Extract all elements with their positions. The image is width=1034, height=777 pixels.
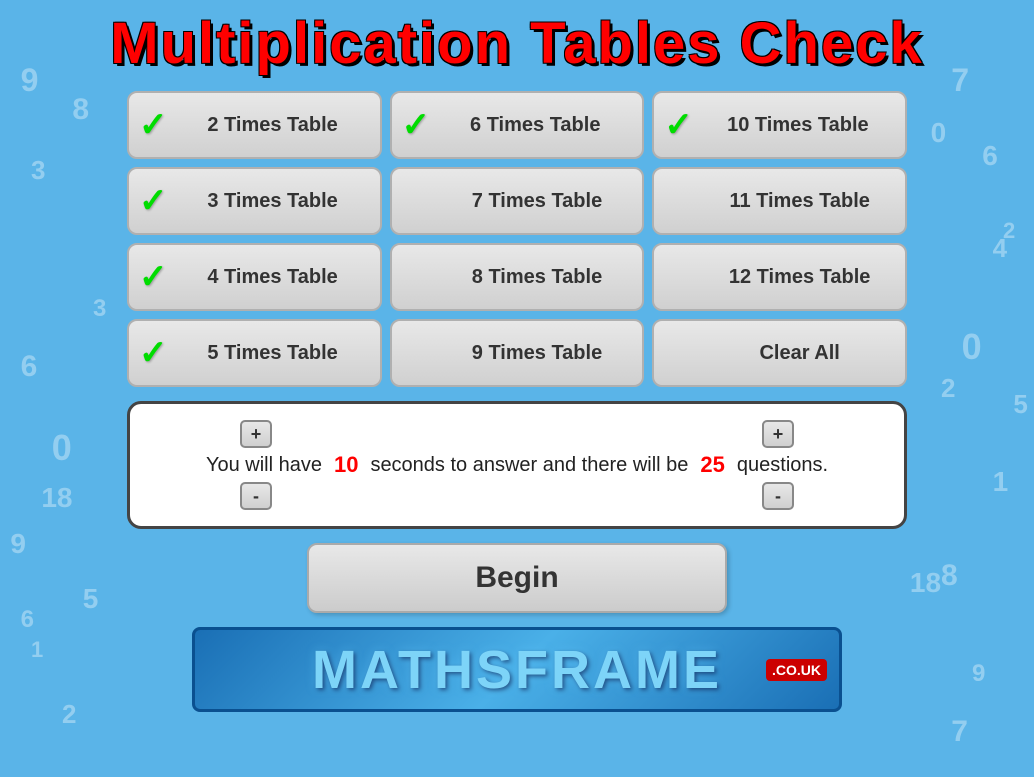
table-btn-label-2: 2 Times Table — [176, 114, 370, 137]
table-btn-label-6: 6 Times Table — [438, 114, 632, 137]
table-btn-label-9: 9 Times Table — [442, 342, 633, 365]
settings-text-row: You will have 10 seconds to answer and t… — [206, 452, 828, 478]
tables-grid: ✓ 2 Times Table ✓ 6 Times Table ✓ 10 Times Ta… — [127, 91, 907, 387]
table-btn-5[interactable]: ✓ 5 Times Table — [127, 319, 382, 387]
questions-value: 25 — [700, 452, 724, 478]
table-btn-9[interactable]: 9 Times Table — [390, 319, 645, 387]
checkmark-6: ✓ — [402, 108, 431, 142]
seconds-plus-button[interactable]: + — [240, 420, 272, 448]
table-btn-label-clear: Clear All — [704, 342, 895, 365]
table-btn-label-4: 4 Times Table — [176, 266, 370, 289]
checkmark-4: ✓ — [139, 260, 168, 294]
table-btn-6[interactable]: ✓ 6 Times Table — [390, 91, 645, 159]
table-btn-label-8: 8 Times Table — [442, 266, 633, 289]
table-btn-clear[interactable]: Clear All — [652, 319, 907, 387]
table-btn-11[interactable]: 11 Times Table — [652, 167, 907, 235]
prefix-text: You will have — [206, 454, 322, 477]
checkmark-10: ✓ — [664, 108, 693, 142]
seconds-minus-button[interactable]: - — [240, 482, 272, 510]
page-title: Multiplication Tables Check — [110, 10, 924, 77]
table-btn-8[interactable]: 8 Times Table — [390, 243, 645, 311]
table-btn-label-10: 10 Times Table — [701, 114, 895, 137]
table-btn-7[interactable]: 7 Times Table — [390, 167, 645, 235]
questions-minus-button[interactable]: - — [762, 482, 794, 510]
table-btn-2[interactable]: ✓ 2 Times Table — [127, 91, 382, 159]
table-btn-label-7: 7 Times Table — [442, 190, 633, 213]
checkmark-5: ✓ — [139, 336, 168, 370]
table-btn-label-11: 11 Times Table — [704, 190, 895, 213]
begin-button[interactable]: Begin — [307, 543, 727, 613]
table-btn-12[interactable]: 12 Times Table — [652, 243, 907, 311]
table-btn-4[interactable]: ✓ 4 Times Table — [127, 243, 382, 311]
table-btn-label-3: 3 Times Table — [176, 190, 370, 213]
table-btn-label-5: 5 Times Table — [176, 342, 370, 365]
suffix-text: questions. — [737, 454, 828, 477]
settings-panel: + + You will have 10 seconds to answer a… — [127, 401, 907, 529]
questions-plus-button[interactable]: + — [762, 420, 794, 448]
checkmark-2: ✓ — [139, 108, 168, 142]
mathsframe-logo: MATHSFRAME .CO.UK — [192, 627, 842, 712]
table-btn-3[interactable]: ✓ 3 Times Table — [127, 167, 382, 235]
table-btn-10[interactable]: ✓ 10 Times Table — [652, 91, 907, 159]
middle-text: seconds to answer and there will be — [370, 454, 688, 477]
seconds-value: 10 — [334, 452, 358, 478]
logo-suffix: .CO.UK — [766, 659, 827, 681]
logo-text: MATHSFRAME — [312, 639, 722, 701]
table-btn-label-12: 12 Times Table — [704, 266, 895, 289]
checkmark-3: ✓ — [139, 184, 168, 218]
